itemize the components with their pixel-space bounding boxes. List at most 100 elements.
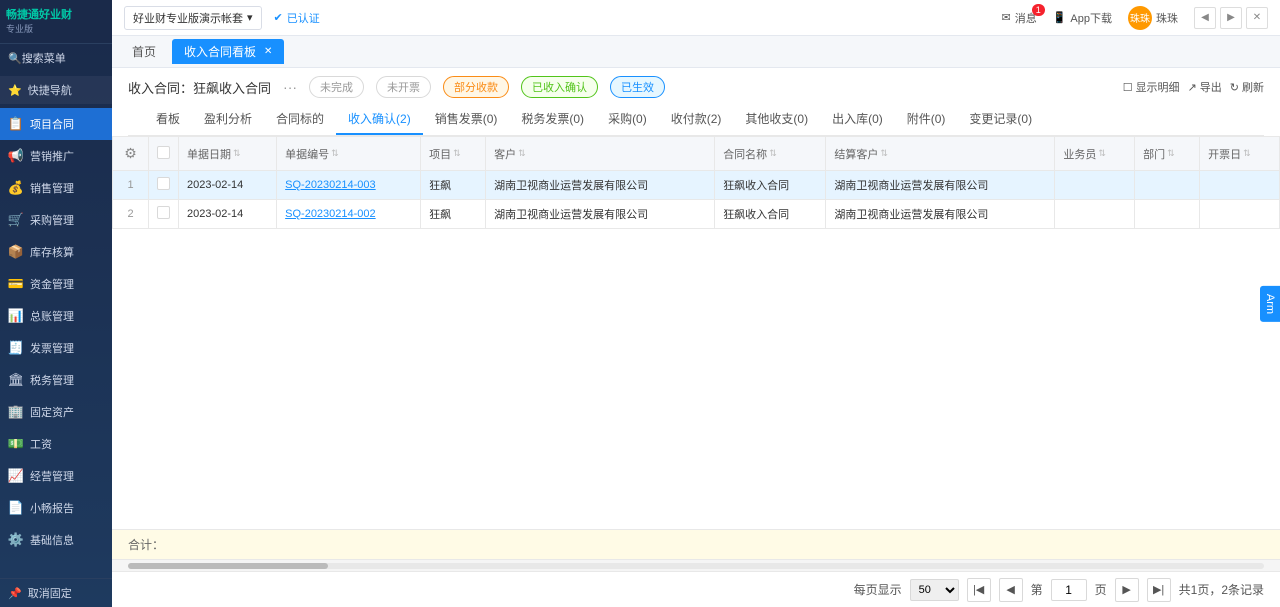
per-page-select[interactable]: 50 100 200 [910, 579, 959, 601]
sidebar-item-purchase[interactable]: 🛒 采购管理 [0, 204, 112, 236]
select-all-checkbox[interactable] [157, 146, 170, 159]
result-customer-sort-icon[interactable]: ⇅ [880, 148, 888, 159]
sub-tab-profit[interactable]: 盈利分析 [192, 104, 264, 135]
sidebar-item-ledger[interactable]: 📊 总账管理 [0, 300, 112, 332]
message-badge: 1 [1032, 4, 1045, 16]
app-name: 畅捷通好业财 [6, 8, 106, 22]
sidebar-item-salary[interactable]: 💵 工资 [0, 428, 112, 460]
pagination-bar: 每页显示 50 100 200 |◀ ◀ 第 页 ▶ ▶| 共1页，2条记录 [112, 571, 1280, 607]
invoice-date-sort-icon[interactable]: ⇅ [1243, 148, 1251, 159]
row-order-no-2[interactable]: SQ-20230214-002 [277, 200, 421, 229]
sub-tab-payment[interactable]: 收付款(2) [659, 104, 734, 135]
nav-close-button[interactable]: ✕ [1246, 7, 1268, 29]
row-salesman-2 [1055, 200, 1135, 229]
arm-float-button[interactable]: Arm [1260, 285, 1280, 321]
order-no-sort-icon[interactable]: ⇅ [331, 148, 339, 159]
table-row[interactable]: 1 2023-02-14 SQ-20230214-003 狂飙 湖南卫视商业运营… [113, 171, 1280, 200]
page-last-button[interactable]: ▶| [1147, 578, 1171, 602]
quick-nav-item[interactable]: ⭐ 快捷导航 [0, 76, 112, 104]
sidebar-item-label: 项目合同 [30, 116, 74, 132]
quick-nav-label: 快捷导航 [28, 82, 72, 98]
row-salesman-1 [1055, 171, 1135, 200]
project-sort-icon[interactable]: ⇅ [453, 148, 461, 159]
funds-icon: 💳 [8, 276, 24, 292]
sub-tab-attachment[interactable]: 附件(0) [895, 104, 958, 135]
project-contract-icon: 📋 [8, 116, 24, 132]
row-date-2: 2023-02-14 [179, 200, 277, 229]
sub-tab-board[interactable]: 看板 [144, 104, 192, 135]
sidebar-item-label: 工资 [30, 436, 52, 452]
export-button[interactable]: ↗ 导出 [1188, 79, 1222, 95]
nav-forward-button[interactable]: ▶ [1220, 7, 1242, 29]
row-checkbox-1[interactable] [149, 171, 179, 200]
sub-tab-tax-invoice[interactable]: 税务发票(0) [509, 104, 596, 135]
app-download-label: App下载 [1070, 10, 1112, 26]
show-detail-toggle[interactable]: ☐ 显示明细 [1123, 79, 1180, 95]
status-unopened-btn[interactable]: 未开票 [376, 76, 431, 98]
salesman-sort-icon[interactable]: ⇅ [1098, 148, 1106, 159]
tab-close-icon[interactable]: ✕ [264, 46, 272, 57]
status-effective-btn[interactable]: 已生效 [610, 76, 665, 98]
sub-tab-contract-target[interactable]: 合同标的 [264, 104, 336, 135]
app-logo: 畅捷通好业财 专业版 [0, 0, 112, 44]
row-date-1: 2023-02-14 [179, 171, 277, 200]
contract-name-column-header: 合同名称 ⇅ [715, 137, 826, 171]
company-selector[interactable]: 好业财专业版演示帐套 ▾ [124, 6, 262, 30]
refresh-icon: ↻ [1230, 81, 1239, 94]
per-page-label: 每页显示 [854, 581, 902, 598]
sidebar-item-invoice[interactable]: 🧾 发票管理 [0, 332, 112, 364]
status-confirmed-btn[interactable]: 已收入确认 [521, 76, 598, 98]
page-next-button[interactable]: ▶ [1115, 578, 1139, 602]
sub-tab-sales-invoice[interactable]: 销售发票(0) [423, 104, 510, 135]
row-checkbox-2[interactable] [149, 200, 179, 229]
sidebar-item-funds[interactable]: 💳 资金管理 [0, 268, 112, 300]
sidebar-item-inventory[interactable]: 📦 库存核算 [0, 236, 112, 268]
tab-home[interactable]: 首页 [120, 39, 168, 64]
page-suffix: 页 [1095, 581, 1107, 598]
more-options-icon[interactable]: ··· [283, 79, 297, 95]
sidebar-item-tax[interactable]: 🏛 税务管理 [0, 364, 112, 396]
sub-tab-income-confirm[interactable]: 收入确认(2) [336, 104, 423, 135]
messages-button[interactable]: ✉ 1 消息 [1002, 10, 1037, 26]
main-area: 好业财专业版演示帐套 ▾ ✔ 已认证 ✉ 1 消息 📱 App下载 珠珠 珠珠 [112, 0, 1280, 607]
sidebar-item-basic-info[interactable]: ⚙️ 基础信息 [0, 524, 112, 556]
unpin-button[interactable]: 📌 取消固定 [0, 579, 112, 607]
sub-tab-other-income[interactable]: 其他收支(0) [733, 104, 820, 135]
sub-tab-warehouse[interactable]: 出入库(0) [820, 104, 895, 135]
tab-income-contract[interactable]: 收入合同看板 ✕ [172, 39, 284, 64]
table-row[interactable]: 2 2023-02-14 SQ-20230214-002 狂飙 湖南卫视商业运营… [113, 200, 1280, 229]
sidebar-item-report[interactable]: 📄 小畅报告 [0, 492, 112, 524]
sidebar-item-sales[interactable]: 💰 销售管理 [0, 172, 112, 204]
customer-sort-icon[interactable]: ⇅ [518, 148, 526, 159]
department-sort-icon[interactable]: ⇅ [1167, 148, 1175, 159]
user-avatar-area[interactable]: 珠珠 珠珠 [1128, 6, 1178, 30]
sidebar-item-marketing[interactable]: 📢 营销推广 [0, 140, 112, 172]
certified-label: 已认证 [287, 10, 320, 26]
sidebar-item-label: 营销推广 [30, 148, 74, 164]
refresh-label: 刷新 [1242, 79, 1264, 95]
row-order-no-1[interactable]: SQ-20230214-003 [277, 171, 421, 200]
nav-back-button[interactable]: ◀ [1194, 7, 1216, 29]
ops-icon: 📈 [8, 468, 24, 484]
app-download-button[interactable]: 📱 App下载 [1053, 10, 1112, 26]
contract-name-sort-icon[interactable]: ⇅ [769, 148, 777, 159]
sidebar-item-ops[interactable]: 📈 经营管理 [0, 460, 112, 492]
row-customer-1: 湖南卫视商业运营发展有限公司 [486, 171, 715, 200]
sub-tab-change-log[interactable]: 变更记录(0) [957, 104, 1044, 135]
date-sort-icon[interactable]: ⇅ [233, 148, 241, 159]
page-prev-button[interactable]: ◀ [999, 578, 1023, 602]
status-incomplete-btn[interactable]: 未完成 [309, 76, 364, 98]
status-partial-btn[interactable]: 部分收款 [443, 76, 509, 98]
export-label: 导出 [1200, 79, 1222, 95]
sidebar-item-fixed-assets[interactable]: 🏢 固定资产 [0, 396, 112, 428]
horizontal-scrollbar[interactable] [112, 559, 1280, 571]
page-input[interactable] [1051, 579, 1087, 601]
page-total-info: 共1页，2条记录 [1179, 581, 1264, 598]
search-menu-item[interactable]: 🔍 搜索菜单 [0, 44, 112, 72]
column-settings-icon[interactable]: ⚙ [124, 145, 137, 161]
page-first-button[interactable]: |◀ [967, 578, 991, 602]
sidebar-item-project-contract[interactable]: 📋 项目合同 [0, 108, 112, 140]
sub-tab-purchase[interactable]: 采购(0) [596, 104, 659, 135]
refresh-button[interactable]: ↻ 刷新 [1230, 79, 1264, 95]
scrollbar-thumb[interactable] [128, 563, 328, 569]
